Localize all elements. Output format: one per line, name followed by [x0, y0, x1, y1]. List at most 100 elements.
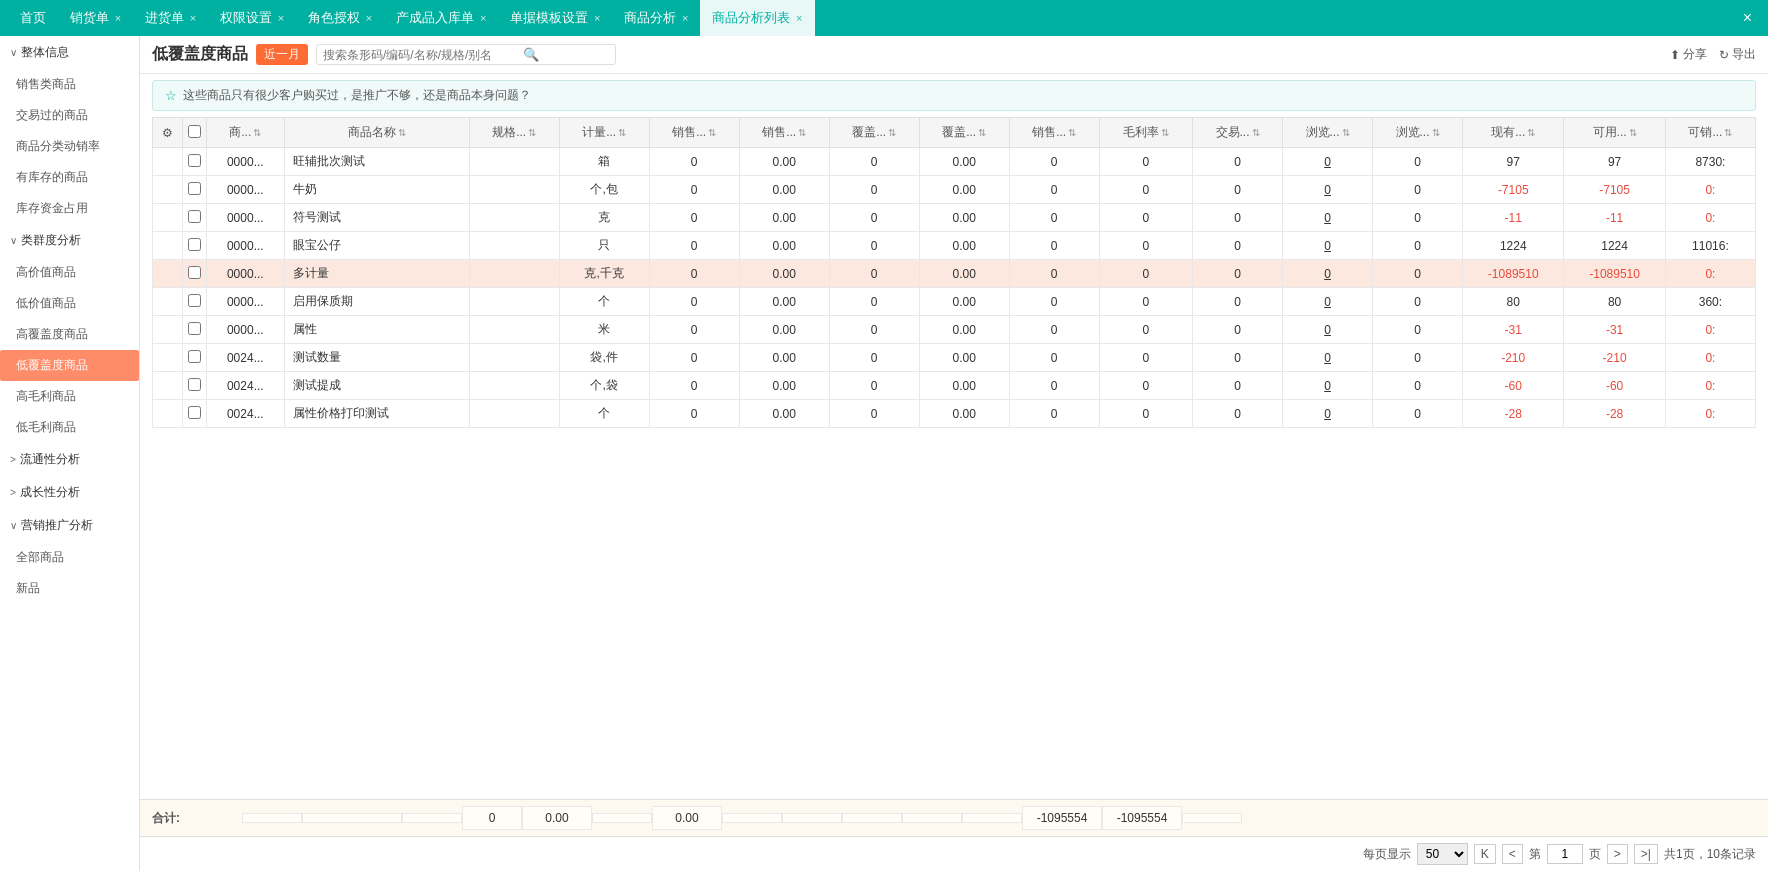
col-settings[interactable]: ⚙ [153, 118, 183, 148]
row-browse1[interactable]: 0 [1283, 260, 1373, 288]
last-page-button[interactable]: >| [1634, 844, 1658, 864]
sidebar-item-high-value[interactable]: 高价值商品 [0, 257, 139, 288]
share-button[interactable]: ⬆ 分享 [1670, 46, 1707, 63]
row-checkbox[interactable] [183, 372, 207, 400]
nav-close-product-analysis-list[interactable]: × [796, 12, 802, 24]
row-gear[interactable] [153, 344, 183, 372]
row-select-checkbox[interactable] [188, 154, 201, 167]
sidebar-item-capital[interactable]: 库存资金占用 [0, 193, 139, 224]
col-available[interactable]: 可用...⇅ [1564, 118, 1665, 148]
sidebar-item-high-margin[interactable]: 高毛利商品 [0, 381, 139, 412]
nav-sales[interactable]: 销货单 × [58, 0, 133, 36]
nav-close-roles[interactable]: × [366, 12, 372, 24]
row-checkbox[interactable] [183, 288, 207, 316]
row-browse1[interactable]: 0 [1283, 176, 1373, 204]
row-checkbox[interactable] [183, 176, 207, 204]
row-select-checkbox[interactable] [188, 182, 201, 195]
row-select-checkbox[interactable] [188, 350, 201, 363]
row-browse1[interactable]: 0 [1283, 372, 1373, 400]
row-browse1[interactable]: 0 [1283, 204, 1373, 232]
col-unit[interactable]: 计量...⇅ [559, 118, 649, 148]
nav-close-permissions[interactable]: × [278, 12, 284, 24]
nav-close-finished-goods[interactable]: × [480, 12, 486, 24]
sidebar-item-low-margin[interactable]: 低毛利商品 [0, 412, 139, 443]
row-checkbox[interactable] [183, 400, 207, 428]
sidebar-collapse-button[interactable]: « [139, 66, 140, 106]
nav-close-product-analysis[interactable]: × [682, 12, 688, 24]
close-all-button[interactable]: × [1735, 9, 1760, 27]
row-select-checkbox[interactable] [188, 238, 201, 251]
row-checkbox[interactable] [183, 148, 207, 176]
col-cover1[interactable]: 覆盖...⇅ [829, 118, 919, 148]
row-gear[interactable] [153, 400, 183, 428]
row-select-checkbox[interactable] [188, 406, 201, 419]
row-gear[interactable] [153, 260, 183, 288]
sidebar-item-all-goods[interactable]: 全部商品 [0, 542, 139, 573]
row-browse1[interactable]: 0 [1283, 400, 1373, 428]
nav-home[interactable]: 首页 [8, 0, 58, 36]
row-browse1[interactable]: 0 [1283, 288, 1373, 316]
sidebar-item-new-goods[interactable]: 新品 [0, 573, 139, 604]
nav-permissions[interactable]: 权限设置 × [208, 0, 296, 36]
col-spec[interactable]: 规格...⇅ [469, 118, 559, 148]
sidebar-item-category-rate[interactable]: 商品分类动销率 [0, 131, 139, 162]
nav-close-sales[interactable]: × [115, 12, 121, 24]
page-input[interactable] [1547, 844, 1583, 864]
nav-close-template[interactable]: × [594, 12, 600, 24]
row-browse1[interactable]: 0 [1283, 344, 1373, 372]
row-checkbox[interactable] [183, 232, 207, 260]
nav-close-purchase[interactable]: × [190, 12, 196, 24]
select-all-checkbox[interactable] [188, 125, 201, 138]
sidebar-section-marketing[interactable]: ∨ 营销推广分析 [0, 509, 139, 542]
col-sales-amt[interactable]: 销售...⇅ [739, 118, 829, 148]
sidebar-section-liquidity[interactable]: > 流通性分析 [0, 443, 139, 476]
row-checkbox[interactable] [183, 344, 207, 372]
nav-purchase[interactable]: 进货单 × [133, 0, 208, 36]
row-gear[interactable] [153, 288, 183, 316]
row-gear[interactable] [153, 316, 183, 344]
row-gear[interactable] [153, 148, 183, 176]
sidebar-item-low-coverage[interactable]: 低覆盖度商品 [0, 350, 139, 381]
row-browse1[interactable]: 0 [1283, 316, 1373, 344]
col-sellable[interactable]: 可销...⇅ [1665, 118, 1755, 148]
sidebar-item-high-coverage[interactable]: 高覆盖度商品 [0, 319, 139, 350]
row-checkbox[interactable] [183, 204, 207, 232]
row-gear[interactable] [153, 372, 183, 400]
row-select-checkbox[interactable] [188, 378, 201, 391]
sidebar-section-growth[interactable]: > 成长性分析 [0, 476, 139, 509]
prev-page-button[interactable]: < [1502, 844, 1523, 864]
nav-finished-goods[interactable]: 产成品入库单 × [384, 0, 498, 36]
sidebar-section-cluster[interactable]: ∨ 类群度分析 [0, 224, 139, 257]
col-cover2[interactable]: 覆盖...⇅ [919, 118, 1009, 148]
col-browse1[interactable]: 浏览...⇅ [1283, 118, 1373, 148]
col-browse2[interactable]: 浏览...⇅ [1373, 118, 1463, 148]
row-gear[interactable] [153, 232, 183, 260]
row-checkbox[interactable] [183, 260, 207, 288]
export-button[interactable]: ↻ 导出 [1719, 46, 1756, 63]
col-sales-qty[interactable]: 销售...⇅ [649, 118, 739, 148]
col-name[interactable]: 商品名称⇅ [284, 118, 469, 148]
col-trade[interactable]: 交易...⇅ [1193, 118, 1283, 148]
date-filter-button[interactable]: 近一月 [256, 44, 308, 65]
nav-product-analysis[interactable]: 商品分析 × [612, 0, 700, 36]
row-select-checkbox[interactable] [188, 294, 201, 307]
page-size-select[interactable]: 50 100 [1417, 843, 1468, 865]
first-page-button[interactable]: K [1474, 844, 1496, 864]
row-checkbox[interactable] [183, 316, 207, 344]
row-select-checkbox[interactable] [188, 266, 201, 279]
col-checkbox[interactable] [183, 118, 207, 148]
nav-template[interactable]: 单据模板设置 × [498, 0, 612, 36]
sidebar-item-sales-goods[interactable]: 销售类商品 [0, 69, 139, 100]
sidebar-section-overall[interactable]: ∨ 整体信息 [0, 36, 139, 69]
col-code[interactable]: 商...⇅ [207, 118, 285, 148]
col-current[interactable]: 现有...⇅ [1463, 118, 1564, 148]
next-page-button[interactable]: > [1607, 844, 1628, 864]
sidebar-item-in-stock[interactable]: 有库存的商品 [0, 162, 139, 193]
row-select-checkbox[interactable] [188, 210, 201, 223]
sidebar-item-low-value[interactable]: 低价值商品 [0, 288, 139, 319]
sidebar-item-traded-goods[interactable]: 交易过的商品 [0, 100, 139, 131]
row-browse1[interactable]: 0 [1283, 232, 1373, 260]
nav-product-analysis-list[interactable]: 商品分析列表 × [700, 0, 814, 36]
row-gear[interactable] [153, 176, 183, 204]
search-input[interactable] [323, 48, 523, 62]
